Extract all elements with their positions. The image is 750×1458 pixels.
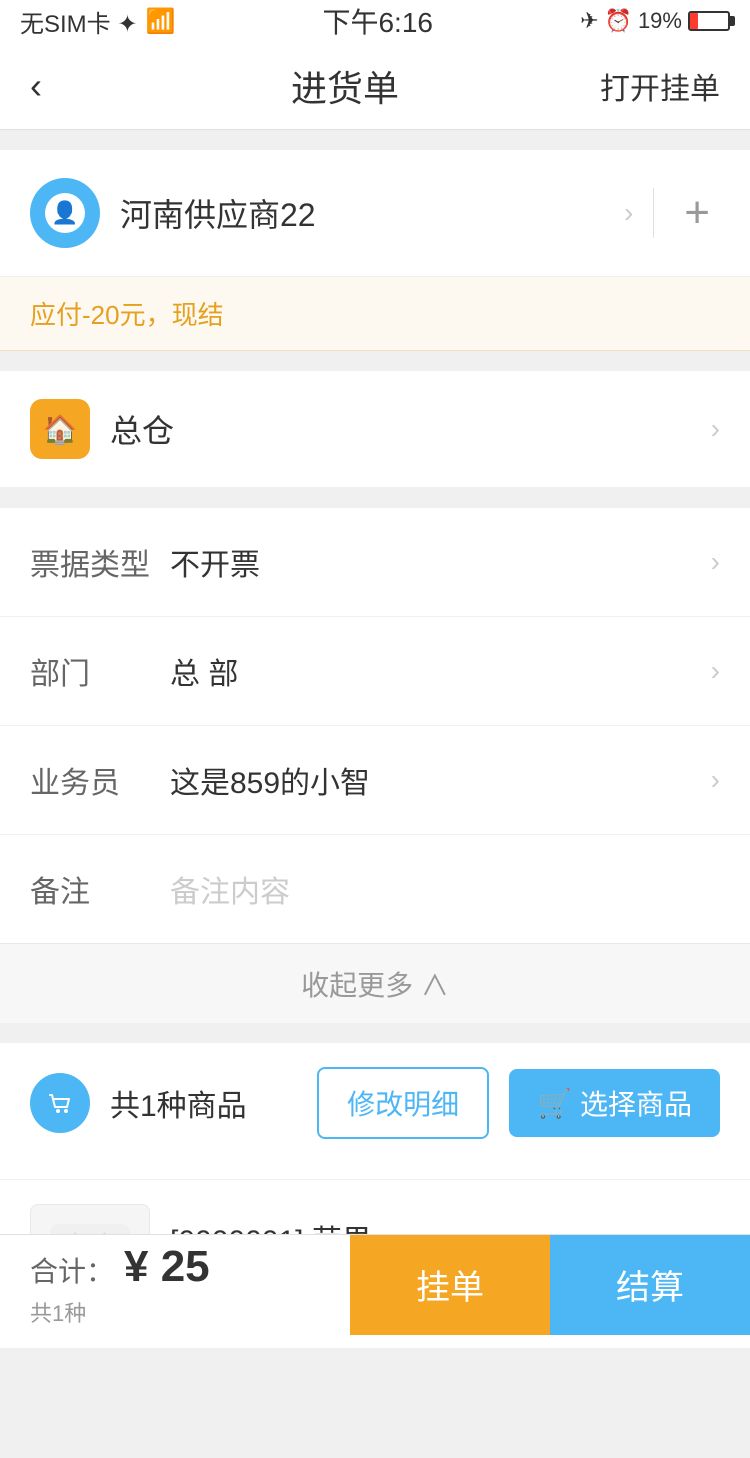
status-time: 下午6:16 [322,1,433,41]
alarm-icon: ⏰ [605,8,632,34]
products-cart-icon [30,1073,90,1133]
nav-bar: ‹ 进货单 打开挂单 [0,42,750,130]
status-right: ✈ ⏰ 19% [580,8,730,34]
battery-percent: 19% [638,8,682,34]
section-gap-3 [0,487,750,507]
remarks-label: 备注 [30,867,170,911]
select-product-button[interactable]: 🛒 选择商品 [509,1069,720,1137]
department-row[interactable]: 部门 总 部 › [0,616,750,725]
invoice-type-row[interactable]: 票据类型 不开票 › [0,507,750,616]
page-title: 进货单 [291,60,399,112]
section-gap-1 [0,130,750,150]
department-label: 部门 [30,649,170,693]
section-gap-2 [0,351,750,371]
avatar-icon: 👤 [45,193,85,233]
carrier-text: 无SIM卡 ✦ [20,4,137,39]
supplier-section: 👤 河南供应商22 › + 应付-20元，现结 [0,150,750,351]
status-bar: 无SIM卡 ✦ 📶 下午6:16 ✈ ⏰ 19% [0,0,750,42]
total-sub: 共1种 [30,1296,320,1328]
warehouse-chevron: › [711,413,720,445]
select-product-label: 选择商品 [580,1083,692,1123]
open-hang-button[interactable]: 打开挂单 [600,64,720,108]
wifi-icon: 📶 [145,7,175,36]
total-section: 合计： ¥ 25 共1种 [0,1242,350,1328]
location-icon: ✈ [580,8,598,34]
hang-button[interactable]: 挂单 [350,1235,550,1335]
cart-icon-label: 🛒 [537,1087,572,1120]
divider-vertical [653,188,654,238]
total-label: 合计： [30,1250,114,1290]
invoice-type-value: 不开票 [170,540,711,584]
invoice-chevron: › [711,546,720,578]
warehouse-row[interactable]: 🏠 总仓 › [0,371,750,487]
checkout-button[interactable]: 结算 [550,1235,750,1335]
salesperson-row[interactable]: 业务员 这是859的小智 › [0,725,750,834]
salesperson-label: 业务员 [30,758,170,802]
status-left: 无SIM卡 ✦ 📶 [20,4,175,39]
warehouse-name: 总仓 [110,406,711,452]
salesperson-value: 这是859的小智 [170,758,711,802]
remarks-row[interactable]: 备注 备注内容 [0,834,750,943]
back-button[interactable]: ‹ [30,65,90,107]
invoice-type-label: 票据类型 [30,540,170,584]
remarks-placeholder: 备注内容 [170,867,720,911]
collapse-bar[interactable]: 收起更多 ∧ [0,943,750,1023]
supplier-name: 河南供应商22 [120,190,624,236]
salesperson-chevron: › [711,764,720,796]
department-value: 总 部 [170,649,711,693]
products-count: 共1种商品 [110,1081,297,1125]
total-amount: ¥ 25 [124,1242,210,1292]
form-section: 票据类型 不开票 › 部门 总 部 › 业务员 这是859的小智 › 备注 备注… [0,507,750,1023]
supplier-avatar: 👤 [30,178,100,248]
section-gap-4 [0,1023,750,1043]
warehouse-section: 🏠 总仓 › [0,371,750,487]
supplier-chevron: › [624,197,633,229]
products-header: 共1种商品 修改明细 🛒 选择商品 [0,1043,750,1163]
supplier-alert: 应付-20元，现结 [0,277,750,351]
warehouse-emoji: 🏠 [43,413,78,446]
warehouse-icon: 🏠 [30,399,90,459]
battery-icon [688,11,730,31]
supplier-row[interactable]: 👤 河南供应商22 › + [0,150,750,277]
department-chevron: › [711,655,720,687]
bottom-bar: 合计： ¥ 25 共1种 挂单 结算 [0,1234,750,1334]
edit-detail-button[interactable]: 修改明细 [317,1067,489,1139]
bottom-spacer [0,1348,750,1458]
battery-fill [690,13,698,29]
add-supplier-button[interactable]: + [674,188,720,238]
total-main: 合计： ¥ 25 [30,1242,320,1292]
